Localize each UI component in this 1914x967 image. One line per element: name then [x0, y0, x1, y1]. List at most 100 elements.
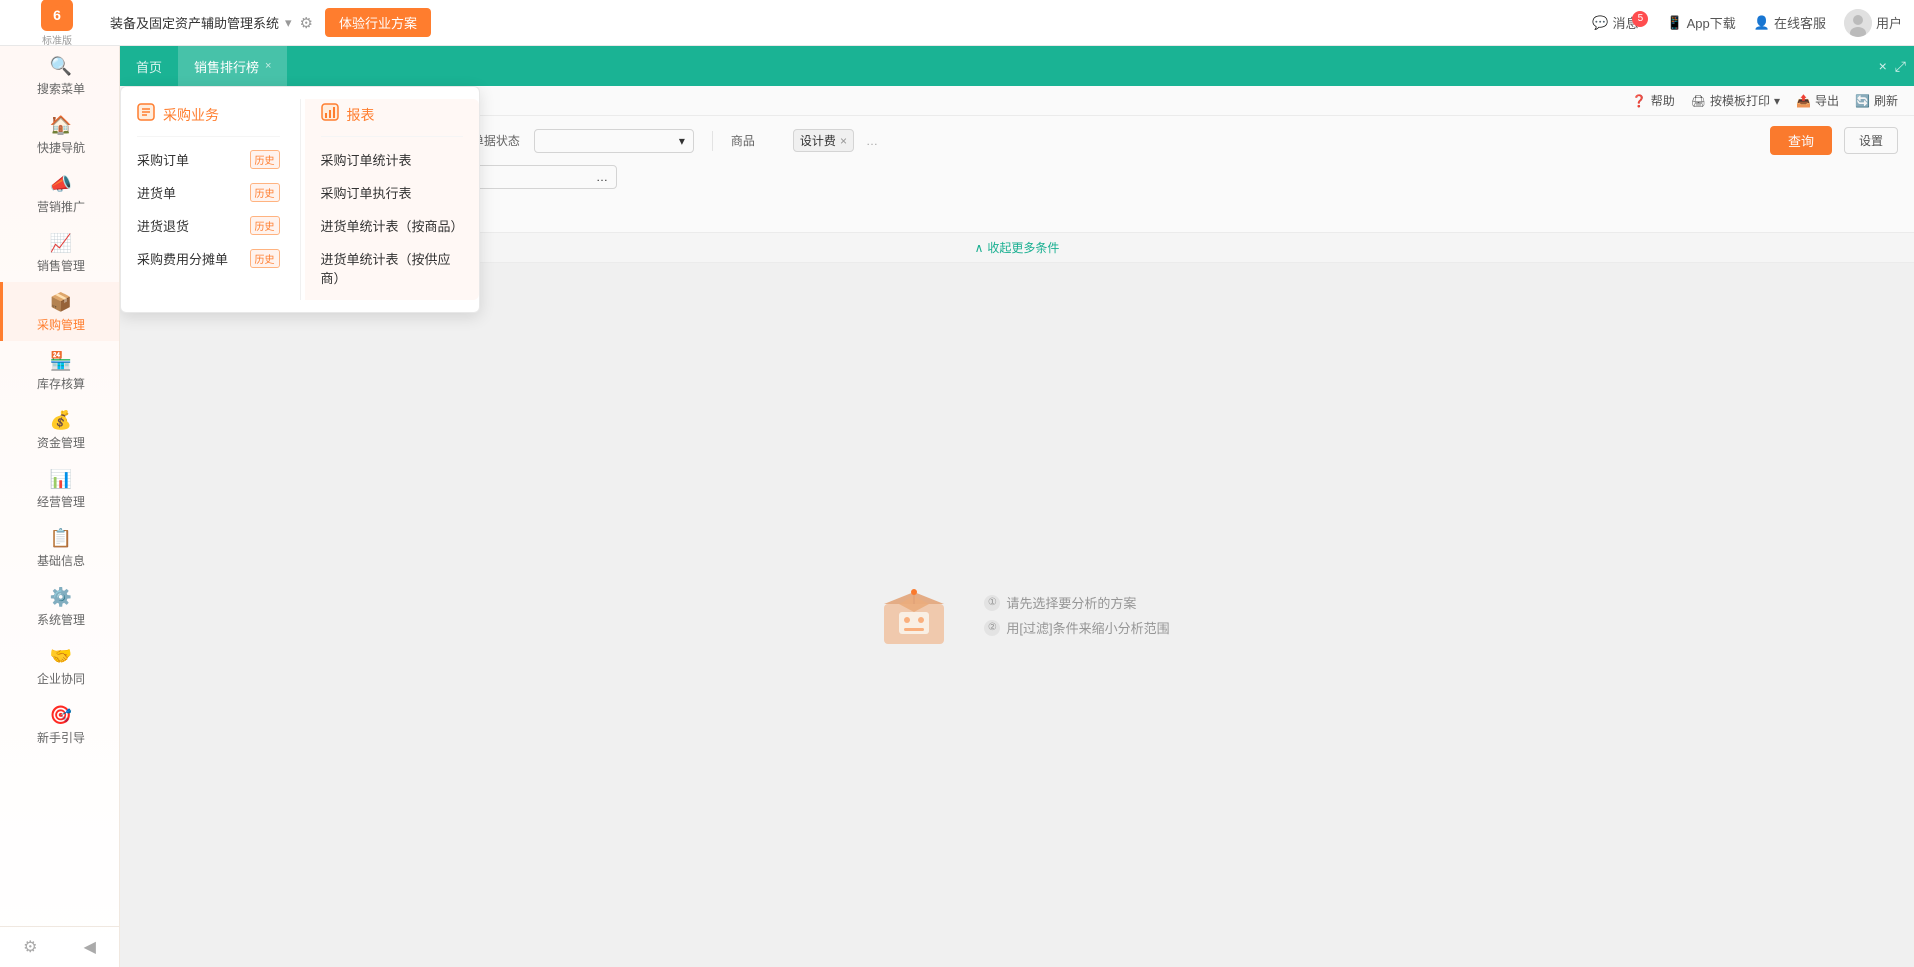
sidebar-item-marketing[interactable]: 📣 营销推广	[0, 164, 119, 223]
dropdown-item-label: 采购订单执行表	[321, 183, 412, 202]
guide-icon: 🎯	[50, 705, 72, 726]
dropdown-purchase-header: 采购业务	[137, 99, 280, 137]
dropdown-item-label: 采购费用分摊单	[137, 249, 228, 268]
app-download-item[interactable]: 📱 App下载	[1666, 13, 1735, 32]
tab-home[interactable]: 首页	[120, 46, 178, 86]
cooperation-icon: 🤝	[50, 646, 72, 667]
tab-fullscreen-icon[interactable]: ⤢	[1895, 58, 1906, 75]
topbar: 6 标准版 装备及固定资产辅助管理系统 ▾ ⚙ 体验行业方案 💬 消息 5 📱 …	[0, 0, 1914, 46]
sidebar-item-nav[interactable]: 🏠 快捷导航	[0, 105, 119, 164]
app-download-label: App下载	[1687, 13, 1736, 32]
basic-info-icon: 📋	[50, 528, 72, 549]
tab-bar-right: × ⤢	[1879, 46, 1914, 86]
history-badge-2: 历史	[250, 183, 280, 202]
tab-bar: 首页 销售排行榜 × × ⤢	[120, 46, 1914, 86]
message-icon: 💬	[1592, 15, 1608, 31]
sidebar-item-label: 采购管理	[37, 316, 85, 333]
sidebar-item-cooperation[interactable]: 🤝 企业协同	[0, 636, 119, 695]
history-badge: 历史	[250, 150, 280, 169]
dropdown-divider	[300, 99, 301, 300]
dropdown-purchase-col: 采购业务 采购订单 历史 进货单 历史 进货退货 历史	[121, 99, 296, 300]
dropdown-item-purchase-incoming[interactable]: 进货单 历史	[137, 176, 280, 209]
inventory-icon: 🏪	[50, 351, 72, 372]
sidebar-item-label: 资金管理	[37, 434, 85, 451]
dropdown-item-purchase-order[interactable]: 采购订单 历史	[137, 143, 280, 176]
messages-item[interactable]: 💬 消息 5	[1592, 13, 1648, 32]
system-icon: ⚙️	[50, 587, 72, 608]
settings-gear-icon[interactable]: ⚙	[300, 14, 313, 32]
online-service-item[interactable]: 👤 在线客服	[1754, 13, 1826, 32]
dropdown-item-label: 进货单	[137, 183, 176, 202]
dropdown-item-purchase-return[interactable]: 进货退货 历史	[137, 209, 280, 242]
sidebar-item-label: 经营管理	[37, 493, 85, 510]
dropdown-item-incoming-stat-supplier[interactable]: 进货单统计表（按供应商）	[321, 242, 464, 294]
report-header-icon	[321, 103, 339, 126]
sidebar-item-system[interactable]: ⚙️ 系统管理	[0, 577, 119, 636]
sidebar-item-label: 企业协同	[37, 670, 85, 687]
phone-icon: 📱	[1666, 15, 1682, 31]
sidebar-item-basic-info[interactable]: 📋 基础信息	[0, 518, 119, 577]
dropdown-item-purchase-fee[interactable]: 采购费用分摊单 历史	[137, 242, 280, 275]
dropdown-columns: 采购业务 采购订单 历史 进货单 历史 进货退货 历史	[121, 99, 479, 300]
purchase-header-icon	[137, 103, 155, 126]
sidebar-item-purchase[interactable]: 📦 采购管理	[0, 282, 119, 341]
history-badge-3: 历史	[250, 216, 280, 235]
sidebar-item-inventory[interactable]: 🏪 库存核算	[0, 341, 119, 400]
tab-close-window-icon[interactable]: ×	[1879, 58, 1887, 74]
avatar	[1844, 9, 1872, 37]
sidebar-item-search[interactable]: 🔍 搜索菜单	[0, 46, 119, 105]
tab-close-icon[interactable]: ×	[265, 60, 271, 72]
sidebar-item-sales[interactable]: 📈 销售管理	[0, 223, 119, 282]
marketing-icon: 📣	[50, 174, 72, 195]
system-title: 装备及固定资产辅助管理系统	[110, 13, 279, 32]
sidebar: 🔍 搜索菜单 🏠 快捷导航 📣 营销推广 📈 销售管理 📦 采购管理 🏪 库存核…	[0, 46, 120, 967]
finance-icon: 💰	[50, 410, 72, 431]
tab-sales-ranking[interactable]: 销售排行榜 ×	[178, 46, 287, 86]
dropdown-menu: 采购业务 采购订单 历史 进货单 历史 进货退货 历史	[120, 86, 480, 313]
logo-subtitle: 标准版	[42, 32, 72, 47]
sidebar-item-label: 快捷导航	[37, 139, 85, 156]
dropdown-item-label: 进货退货	[137, 216, 189, 235]
sidebar-item-finance[interactable]: 💰 资金管理	[0, 400, 119, 459]
sidebar-item-label: 基础信息	[37, 552, 85, 569]
home-icon: 🏠	[50, 115, 72, 136]
dropdown-item-order-stat[interactable]: 采购订单统计表	[321, 143, 464, 176]
online-service-label: 在线客服	[1774, 13, 1826, 32]
sidebar-bottom: ⚙ ◀	[0, 926, 119, 967]
tab-home-label: 首页	[136, 57, 162, 76]
service-icon: 👤	[1754, 15, 1770, 31]
sidebar-item-label: 库存核算	[37, 375, 85, 392]
user-label: 用户	[1876, 13, 1902, 32]
dropdown-item-order-exec[interactable]: 采购订单执行表	[321, 176, 464, 209]
operations-icon: 📊	[50, 469, 72, 490]
dropdown-item-label: 进货单统计表（按供应商）	[321, 249, 464, 287]
sidebar-item-guide[interactable]: 🎯 新手引导	[0, 695, 119, 754]
sidebar-item-label: 搜索菜单	[37, 80, 85, 97]
sidebar-item-label: 系统管理	[37, 611, 85, 628]
topbar-right: 💬 消息 5 📱 App下载 👤 在线客服 用户	[1592, 9, 1902, 37]
sidebar-settings-icon[interactable]: ⚙	[23, 937, 37, 957]
sidebar-item-label: 营销推广	[37, 198, 85, 215]
dropdown-item-label: 采购订单	[137, 150, 189, 169]
search-menu-icon: 🔍	[50, 56, 72, 77]
dropdown-purchase-title: 采购业务	[163, 105, 219, 125]
main-layout: 🔍 搜索菜单 🏠 快捷导航 📣 营销推广 📈 销售管理 📦 采购管理 🏪 库存核…	[0, 46, 1914, 967]
user-item[interactable]: 用户	[1844, 9, 1902, 37]
logo: 6 标准版	[12, 0, 102, 47]
dropdown-item-label: 采购订单统计表	[321, 150, 412, 169]
sidebar-item-label: 销售管理	[37, 257, 85, 274]
tab-sales-ranking-label: 销售排行榜	[194, 57, 259, 76]
sidebar-item-label: 新手引导	[37, 729, 85, 746]
sales-icon: 📈	[50, 233, 72, 254]
system-dropdown-icon[interactable]: ▾	[285, 15, 292, 31]
dropdown-report-title: 报表	[347, 105, 375, 125]
svg-text:6: 6	[53, 7, 61, 23]
content-area: 首页 销售排行榜 × × ⤢ ❓ 帮助 🖨 按模板打印 ▾ 📤	[120, 46, 1914, 967]
industry-btn[interactable]: 体验行业方案	[325, 8, 431, 37]
dropdown-report-col: 报表 采购订单统计表 采购订单执行表 进货单统计表（按商品） 进货单统计表（按供…	[305, 99, 480, 300]
messages-badge: 5	[1632, 11, 1648, 27]
dropdown-item-incoming-stat-goods[interactable]: 进货单统计表（按商品）	[321, 209, 464, 242]
sidebar-item-operations[interactable]: 📊 经营管理	[0, 459, 119, 518]
sidebar-collapse-icon[interactable]: ◀	[84, 937, 96, 957]
history-badge-4: 历史	[250, 249, 280, 268]
